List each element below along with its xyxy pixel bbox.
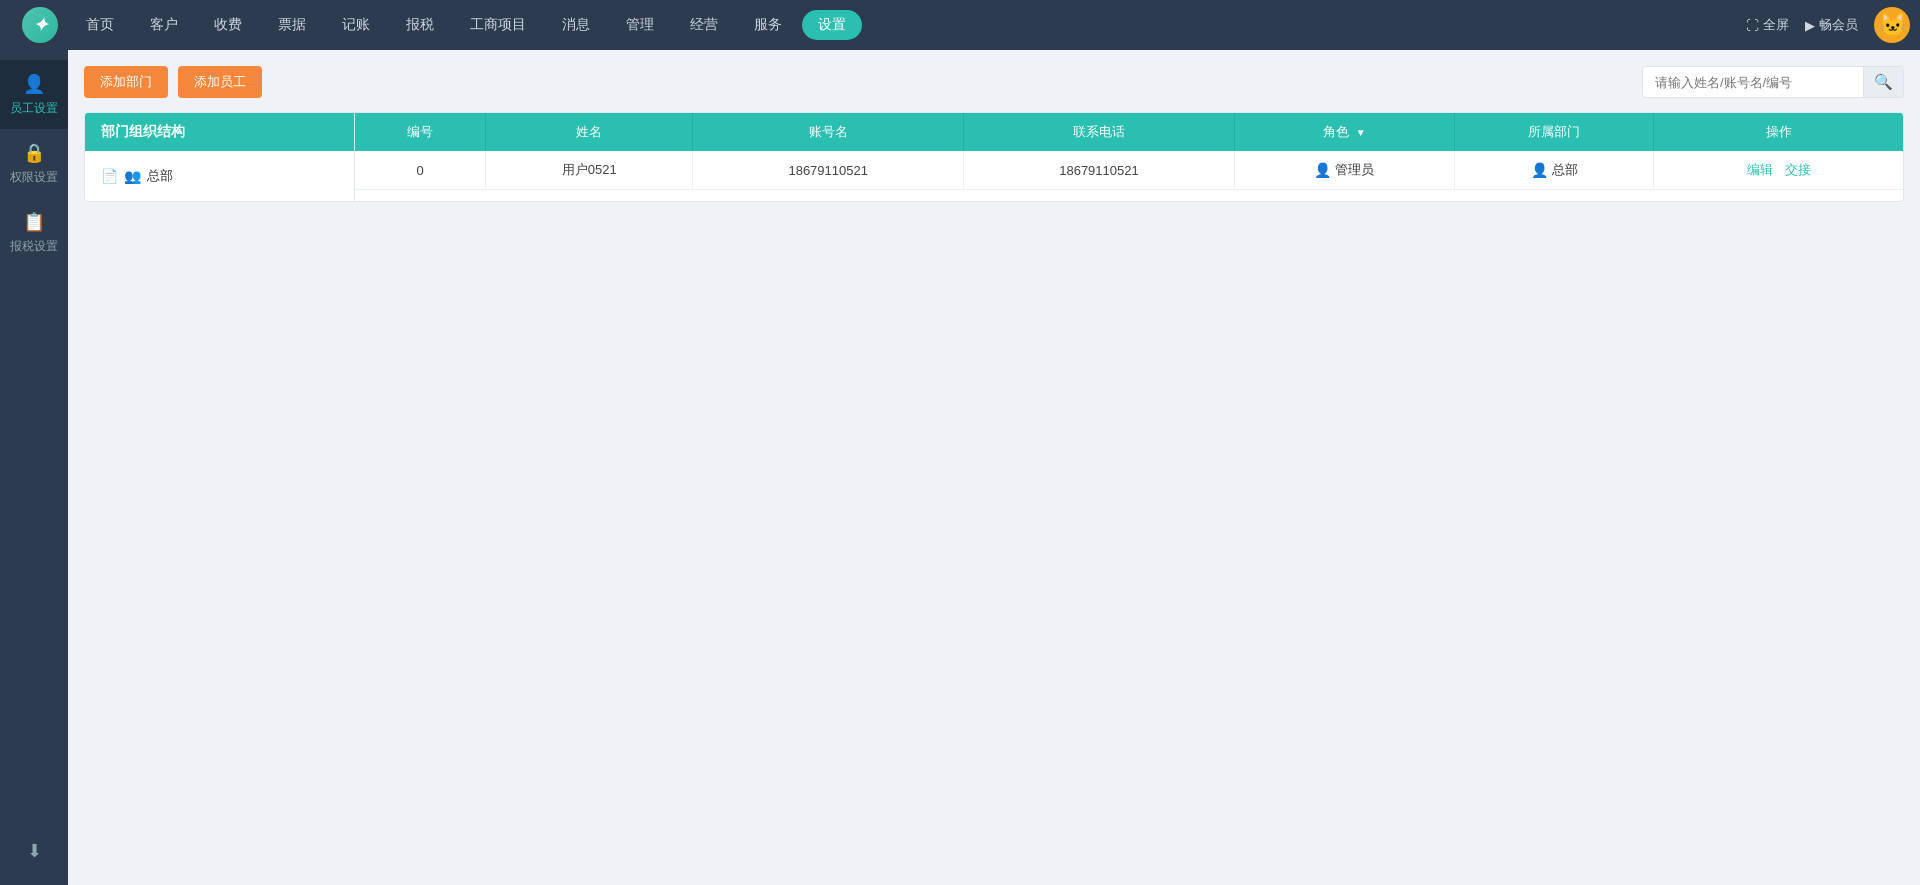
nav-item-accounting[interactable]: 记账 <box>326 10 386 40</box>
dept-tree: 部门组织结构 📄 👥 总部 <box>85 113 355 201</box>
sidebar-download-button[interactable]: ⬇ <box>14 827 54 875</box>
employee-table: 编号 姓名 账号名 联系电话 角色 ▼ 所属部门 操作 <box>355 113 1903 201</box>
dept-tree-item-hq[interactable]: 📄 👥 总部 <box>97 159 342 193</box>
sidebar-item-permission[interactable]: 🔒 权限设置 <box>0 129 68 198</box>
search-icon: 🔍 <box>1874 73 1893 90</box>
sidebar-item-taxsettings[interactable]: 📋 报税设置 <box>0 198 68 267</box>
sidebar-item-permission-label: 权限设置 <box>10 169 58 186</box>
sidebar-item-employee-label: 员工设置 <box>10 100 58 117</box>
nav-item-operation[interactable]: 经营 <box>674 10 734 40</box>
role-icon: 👤 <box>1314 162 1331 178</box>
sidebar-item-employee[interactable]: 👤 员工设置 <box>0 60 68 129</box>
main-layout: 👤 员工设置 🔒 权限设置 📋 报税设置 ⬇ 添加部门 添加员工 🔍 <box>0 50 1920 885</box>
nav-item-receipts[interactable]: 票据 <box>262 10 322 40</box>
nav-item-home[interactable]: 首页 <box>70 10 130 40</box>
cell-account: 18679110521 <box>693 151 964 190</box>
col-header-dept: 所属部门 <box>1455 113 1654 151</box>
sidebar: 👤 员工设置 🔒 权限设置 📋 报税设置 ⬇ <box>0 50 68 885</box>
nav-item-customers[interactable]: 客户 <box>134 10 194 40</box>
cell-actions: 编辑 交接 <box>1654 151 1903 190</box>
cell-phone: 18679110521 <box>964 151 1235 190</box>
nav-item-settings[interactable]: 设置 <box>802 10 862 40</box>
search-button[interactable]: 🔍 <box>1863 67 1903 97</box>
avatar[interactable]: 🐱 <box>1874 7 1910 43</box>
col-header-phone: 联系电话 <box>964 113 1235 151</box>
dept-user-icon: 👤 <box>1531 162 1548 178</box>
fullscreen-label: 全屏 <box>1763 16 1789 34</box>
vip-icon: ▶ <box>1805 18 1815 33</box>
user-group-icon: 👥 <box>124 168 141 184</box>
fullscreen-button[interactable]: ⛶ 全屏 <box>1746 16 1789 34</box>
action-编辑[interactable]: 编辑 <box>1747 162 1773 177</box>
col-header-name: 姓名 <box>486 113 693 151</box>
top-navigation: ✦ 首页 客户 收费 票据 记账 报税 工商项目 消息 管理 经营 服务 设置 … <box>0 0 1920 50</box>
dept-tree-body: 📄 👥 总部 <box>85 151 354 201</box>
vip-button[interactable]: ▶ 畅会员 <box>1805 16 1858 34</box>
toolbar: 添加部门 添加员工 🔍 <box>84 66 1904 98</box>
vip-label: 畅会员 <box>1819 16 1858 34</box>
permission-icon: 🔒 <box>22 141 46 165</box>
col-header-id: 编号 <box>355 113 486 151</box>
add-dept-button[interactable]: 添加部门 <box>84 66 168 98</box>
cell-name: 用户0521 <box>486 151 693 190</box>
action-交接[interactable]: 交接 <box>1785 162 1811 177</box>
cell-id: 0 <box>355 151 486 190</box>
nav-right: ⛶ 全屏 ▶ 畅会员 🐱 <box>1746 7 1910 43</box>
dept-tree-header: 部门组织结构 <box>85 113 354 151</box>
search-input[interactable] <box>1643 69 1863 96</box>
nav-item-business[interactable]: 工商项目 <box>454 10 542 40</box>
emp-data-table: 编号 姓名 账号名 联系电话 角色 ▼ 所属部门 操作 <box>355 113 1903 190</box>
nav-item-tax[interactable]: 报税 <box>390 10 450 40</box>
nav-item-billing[interactable]: 收费 <box>198 10 258 40</box>
employee-icon: 👤 <box>22 72 46 96</box>
col-header-role[interactable]: 角色 ▼ <box>1234 113 1454 151</box>
nav-items: 首页 客户 收费 票据 记账 报税 工商项目 消息 管理 经营 服务 设置 <box>70 10 1746 40</box>
sidebar-item-taxsettings-label: 报税设置 <box>10 238 58 255</box>
dept-name-hq: 总部 <box>147 167 173 185</box>
nav-item-service[interactable]: 服务 <box>738 10 798 40</box>
nav-item-manage[interactable]: 管理 <box>610 10 670 40</box>
download-icon: ⬇ <box>22 839 46 863</box>
sidebar-bottom: ⬇ <box>14 827 54 875</box>
fullscreen-icon: ⛶ <box>1746 18 1759 33</box>
add-employee-button[interactable]: 添加员工 <box>178 66 262 98</box>
cell-dept: 👤 总部 <box>1455 151 1654 190</box>
search-box: 🔍 <box>1642 66 1904 98</box>
table-row: 0 用户0521 18679110521 18679110521 👤 管理员 👤… <box>355 151 1903 190</box>
table-area: 部门组织结构 📄 👥 总部 编号 姓名 账号名 <box>84 112 1904 202</box>
emp-table-header: 编号 姓名 账号名 联系电话 角色 ▼ 所属部门 操作 <box>355 113 1903 151</box>
sort-icon: ▼ <box>1356 127 1366 138</box>
logo-icon: ✦ <box>22 7 58 43</box>
taxsettings-icon: 📋 <box>22 210 46 234</box>
emp-table-body: 0 用户0521 18679110521 18679110521 👤 管理员 👤… <box>355 151 1903 190</box>
logo[interactable]: ✦ <box>10 7 70 43</box>
file-icon: 📄 <box>101 168 118 184</box>
content-area: 添加部门 添加员工 🔍 部门组织结构 📄 👥 总部 <box>68 50 1920 885</box>
nav-item-message[interactable]: 消息 <box>546 10 606 40</box>
col-header-account: 账号名 <box>693 113 964 151</box>
cell-role: 👤 管理员 <box>1234 151 1454 190</box>
col-header-actions: 操作 <box>1654 113 1903 151</box>
